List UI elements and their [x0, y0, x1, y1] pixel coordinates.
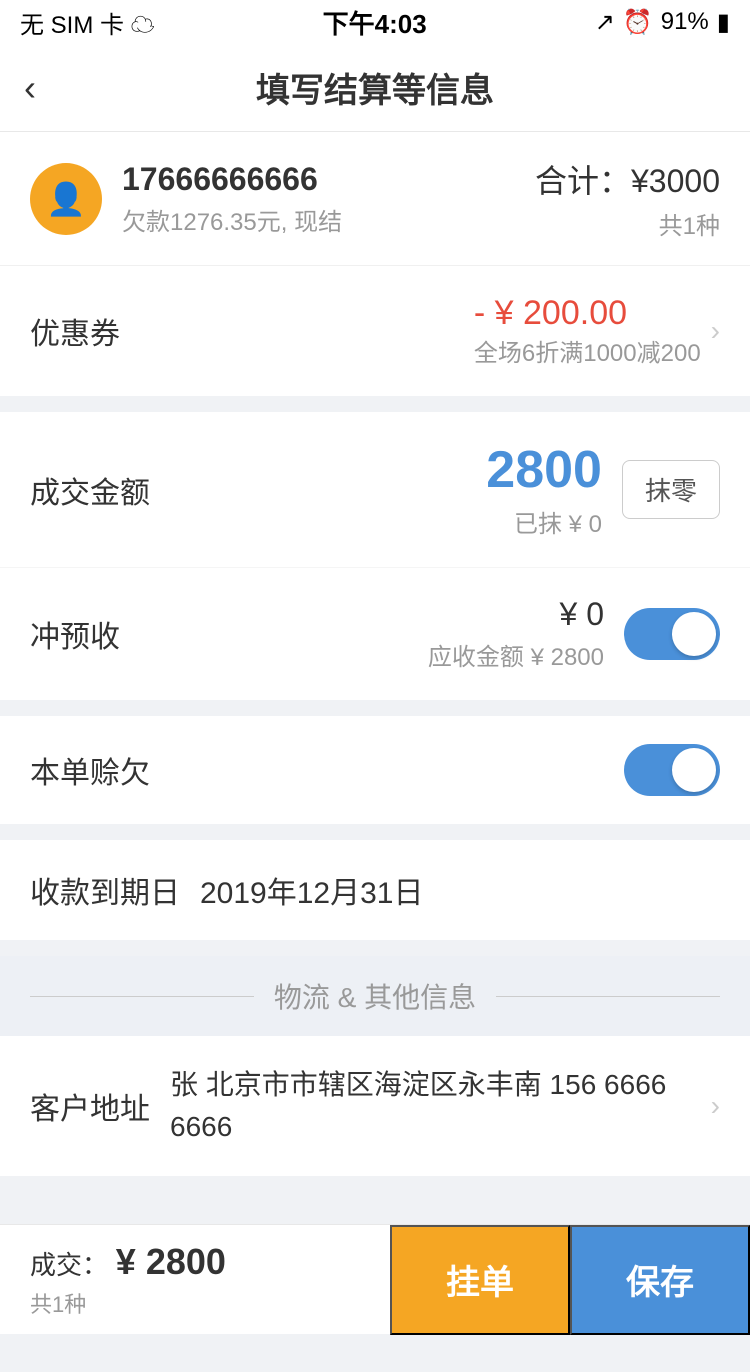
chong-label: 冲预收 — [30, 612, 120, 656]
battery-level: 91% — [661, 8, 709, 36]
address-label: 客户地址 — [30, 1084, 150, 1128]
avatar: 👤 — [30, 163, 102, 235]
customer-total: 合计：¥3000 — [535, 156, 720, 202]
location-icon: ↗ — [595, 8, 615, 37]
status-time: 下午4:03 — [323, 4, 427, 41]
chong-row: 冲预收 ¥ 0 应收金额 ¥ 2800 — [0, 568, 750, 700]
coupon-chevron-icon: › — [711, 315, 720, 347]
debtor-section: 本单赊欠 — [0, 716, 750, 824]
amount-right: 2800 已抹 ¥ 0 抹零 — [486, 440, 720, 539]
coupon-row[interactable]: 优惠券 - ¥ 200.00 全场6折满1000减200 › — [0, 265, 750, 396]
chong-toggle-thumb — [672, 612, 716, 656]
coupon-right: - ¥ 200.00 全场6折满1000减200 › — [474, 294, 720, 368]
debtor-toggle[interactable] — [624, 744, 720, 796]
address-chevron-icon: › — [711, 1090, 720, 1122]
amount-section: 成交金额 2800 已抹 ¥ 0 抹零 冲预收 ¥ 0 应收金额 ¥ 2800 — [0, 412, 750, 700]
customer-section: 👤 17666666666 欠款1276.35元, 现结 合计：¥3000 共1… — [0, 132, 750, 396]
debtor-label: 本单赊欠 — [30, 748, 150, 792]
chong-toggle[interactable] — [624, 608, 720, 660]
address-row[interactable]: 客户地址 张 北京市市辖区海淀区永丰南 156 6666 6666 › — [0, 1036, 750, 1176]
customer-count: 共1种 — [535, 206, 720, 241]
avatar-icon: 👤 — [46, 180, 86, 218]
due-date-value: 2019年12月31日 — [200, 868, 423, 912]
coupon-label: 优惠券 — [30, 309, 120, 353]
divider-section: 物流 & 其他信息 — [0, 956, 750, 1036]
customer-row: 👤 17666666666 欠款1276.35元, 现结 合计：¥3000 共1… — [0, 132, 750, 265]
chong-toggle-track[interactable] — [624, 608, 720, 660]
bottom-bar: 成交： ¥ 2800 共1种 挂单 保存 — [0, 1224, 750, 1334]
customer-left: 👤 17666666666 欠款1276.35元, 现结 — [30, 161, 342, 237]
bottom-amount: ¥ 2800 — [116, 1241, 226, 1282]
due-date-row: 收款到期日 2019年12月31日 — [0, 840, 750, 940]
chong-amount: ¥ 0 — [428, 596, 604, 633]
divider-line-left — [30, 996, 254, 997]
battery-icon: ▮ — [717, 8, 730, 37]
bottom-info: 成交： ¥ 2800 共1种 — [0, 1241, 390, 1319]
customer-info: 17666666666 欠款1276.35元, 现结 — [122, 161, 342, 237]
bottom-amount-row: 成交： ¥ 2800 — [30, 1241, 360, 1283]
amount-row: 成交金额 2800 已抹 ¥ 0 抹零 — [0, 412, 750, 568]
round-button[interactable]: 抹零 — [622, 460, 720, 519]
sim-label: 无 SIM 卡 ☁ — [20, 5, 155, 40]
chong-right: ¥ 0 应收金额 ¥ 2800 — [428, 596, 720, 672]
back-button[interactable]: ‹ — [24, 67, 36, 109]
status-bar: 无 SIM 卡 ☁ 下午4:03 ↗ ⏰ 91% ▮ — [0, 0, 750, 44]
divider-line-right — [496, 996, 720, 997]
debtor-toggle-track[interactable] — [624, 744, 720, 796]
due-date-label: 收款到期日 — [30, 868, 180, 912]
page-title: 填写结算等信息 — [256, 63, 494, 112]
status-right: ↗ ⏰ 91% ▮ — [595, 8, 730, 37]
divider-text: 物流 & 其他信息 — [274, 976, 476, 1016]
customer-phone: 17666666666 — [122, 161, 342, 198]
bottom-count: 共1种 — [30, 1287, 360, 1319]
alarm-icon: ⏰ — [623, 8, 653, 37]
address-value: 张 北京市市辖区海淀区永丰南 156 6666 6666 — [170, 1064, 691, 1148]
bottom-label: 成交： — [30, 1250, 108, 1280]
pending-button[interactable]: 挂单 — [390, 1225, 570, 1335]
customer-sub-text: 欠款1276.35元, 现结 — [122, 202, 342, 237]
status-left: 无 SIM 卡 ☁ — [20, 5, 155, 40]
nav-bar: ‹ 填写结算等信息 — [0, 44, 750, 132]
amount-sub: 已抹 ¥ 0 — [486, 504, 602, 539]
customer-right: 合计：¥3000 共1种 — [535, 156, 720, 241]
chong-value-col: ¥ 0 应收金额 ¥ 2800 — [428, 596, 604, 672]
debtor-toggle-thumb — [672, 748, 716, 792]
coupon-discount: - ¥ 200.00 — [474, 294, 701, 333]
amount-value: 2800 — [486, 440, 602, 500]
save-button[interactable]: 保存 — [570, 1225, 750, 1335]
chong-sub: 应收金额 ¥ 2800 — [428, 637, 604, 672]
amount-label: 成交金额 — [30, 468, 150, 512]
coupon-desc: 全场6折满1000减200 — [474, 333, 701, 368]
